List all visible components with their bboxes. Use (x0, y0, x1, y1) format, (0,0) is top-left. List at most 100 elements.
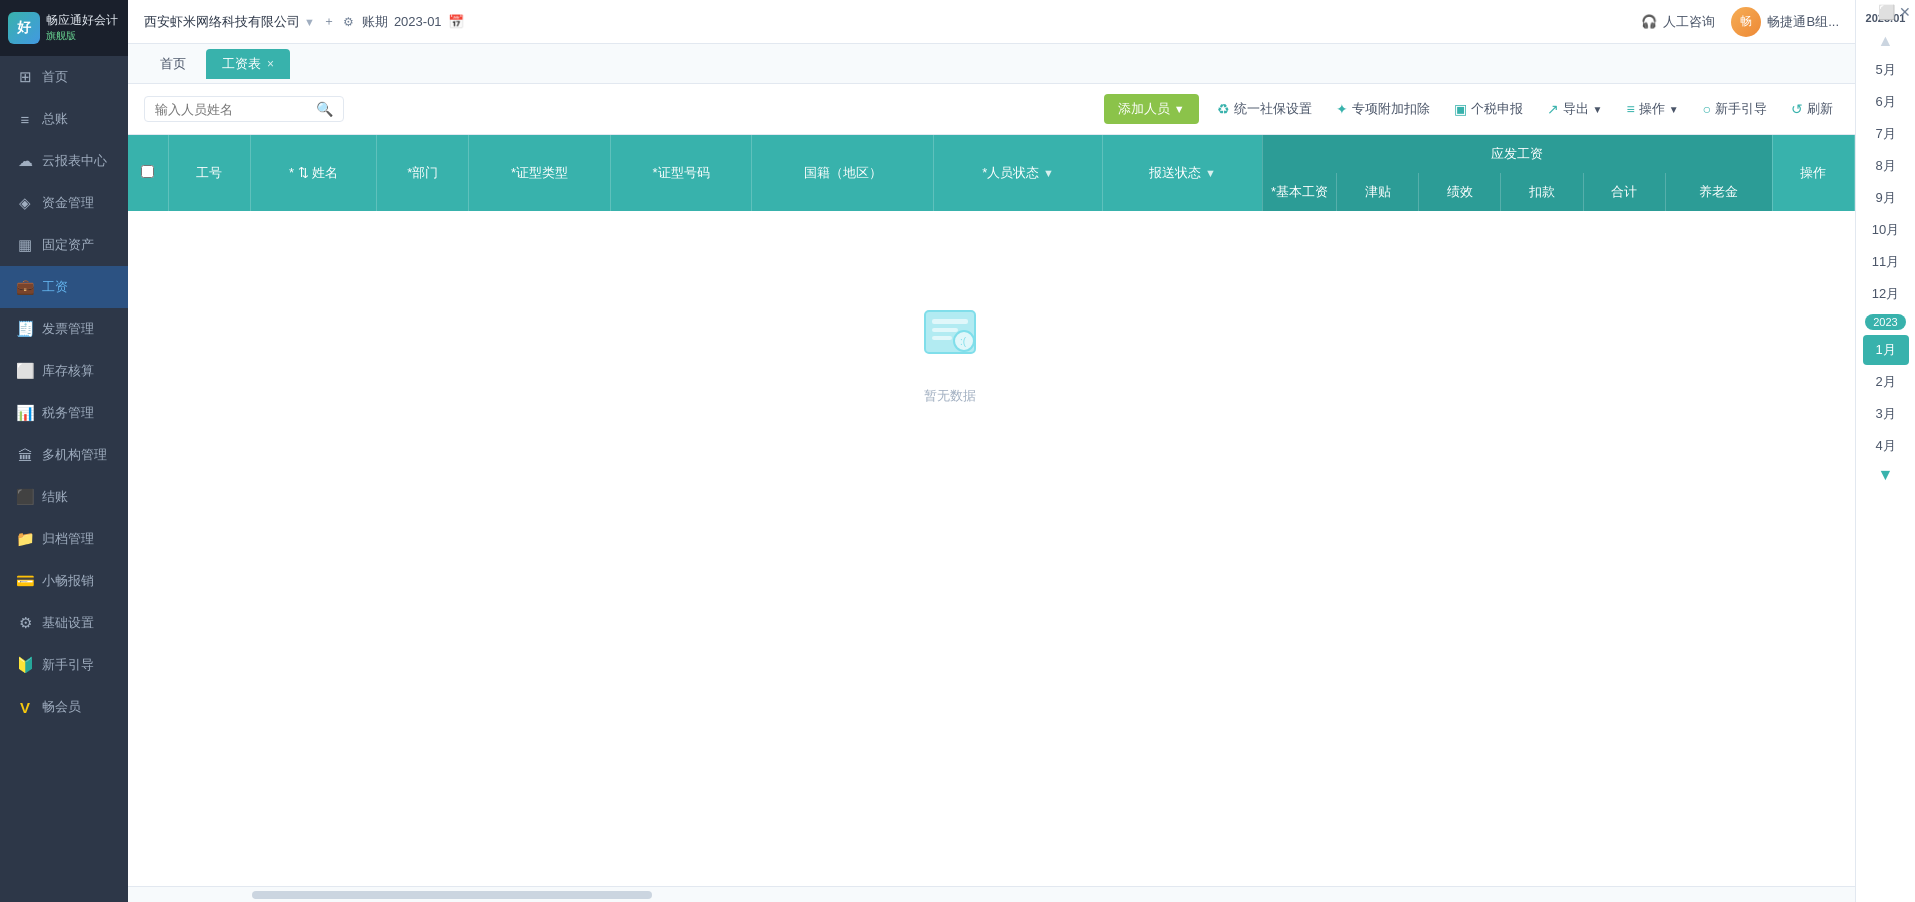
add-person-button[interactable]: 添加人员 ▼ (1104, 94, 1199, 124)
th-payroll-group: 应发工资 (1262, 135, 1772, 173)
month-2022-12[interactable]: 12月 (1863, 279, 1909, 309)
th-check[interactable] (128, 135, 168, 211)
sidebar-item-guide-label: 新手引导 (42, 656, 94, 674)
payroll-icon: 💼 (16, 278, 34, 296)
sidebar-item-cloud[interactable]: ☁ 云报表中心 (0, 140, 128, 182)
tab-home[interactable]: 首页 (144, 49, 202, 79)
tax-report-label: 个税申报 (1471, 100, 1523, 118)
th-allowance: 津贴 (1336, 173, 1418, 211)
social-insurance-icon: ♻ (1217, 101, 1230, 117)
tax-report-btn[interactable]: ▣ 个税申报 (1448, 96, 1529, 122)
month-2022-8[interactable]: 8月 (1863, 151, 1909, 181)
member-icon: V (16, 699, 34, 716)
month-2022-9[interactable]: 9月 (1863, 183, 1909, 213)
settings-btn[interactable]: ⚙ (343, 15, 354, 29)
app-version: 旗舰版 (46, 29, 118, 43)
plus-icon: ＋ (323, 13, 335, 30)
sidebar-item-invoice[interactable]: 🧾 发票管理 (0, 308, 128, 350)
sidebar-item-settings[interactable]: ⚙ 基础设置 (0, 602, 128, 644)
user-profile-btn[interactable]: 畅 畅捷通B组... (1731, 7, 1839, 37)
month-2022-10[interactable]: 10月 (1863, 215, 1909, 245)
new-guide-icon: ○ (1703, 101, 1711, 117)
th-name-label: * (289, 165, 298, 180)
status-filter-icon: ▼ (1043, 167, 1054, 179)
month-2022-6[interactable]: 6月 (1863, 87, 1909, 117)
th-name[interactable]: * ⇅ 姓名 (250, 135, 377, 211)
panel-prev-arrow[interactable]: ▲ (1874, 28, 1898, 54)
sidebar-item-payroll-label: 工资 (42, 278, 68, 296)
period-value: 2023-01 (394, 14, 442, 29)
sidebar-item-fund[interactable]: ◈ 资金管理 (0, 182, 128, 224)
scroll-thumb[interactable] (252, 891, 652, 899)
sidebar-item-close[interactable]: ⬛ 结账 (0, 476, 128, 518)
tab-close-icon[interactable]: × (267, 57, 274, 71)
sidebar-item-home[interactable]: ⊞ 首页 (0, 56, 128, 98)
service-label: 人工咨询 (1663, 13, 1715, 31)
month-2022-11[interactable]: 11月 (1863, 247, 1909, 277)
sidebar-item-asset[interactable]: ▦ 固定资产 (0, 224, 128, 266)
month-2023-1[interactable]: 1月 (1863, 335, 1909, 365)
close-period-icon: ⬛ (16, 488, 34, 506)
top-header: 西安虾米网络科技有限公司 ▼ ＋ ⚙ 账期 2023-01 📅 🎧 (128, 0, 1855, 44)
human-service-btn[interactable]: 🎧 人工咨询 (1641, 13, 1715, 31)
sidebar-item-guide[interactable]: 🔰 新手引导 (0, 644, 128, 686)
sidebar-item-expense[interactable]: 💳 小畅报销 (0, 560, 128, 602)
add-person-label: 添加人员 (1118, 100, 1170, 118)
sidebar-item-payroll[interactable]: 💼 工资 (0, 266, 128, 308)
cloud-icon: ☁ (16, 152, 34, 170)
month-2022-7[interactable]: 7月 (1863, 119, 1909, 149)
month-2023-3[interactable]: 3月 (1863, 399, 1909, 429)
panel-next-arrow[interactable]: ▼ (1874, 462, 1898, 488)
sidebar-item-multi[interactable]: 🏛 多机构管理 (0, 434, 128, 476)
operate-icon: ≡ (1626, 101, 1634, 117)
th-basic: *基本工资 (1262, 173, 1336, 211)
sidebar-item-inventory[interactable]: ⬜ 库存核算 (0, 350, 128, 392)
operate-btn[interactable]: ≡ 操作 ▼ (1620, 96, 1684, 122)
sidebar-item-tax[interactable]: 📊 税务管理 (0, 392, 128, 434)
th-deduction: 扣款 (1501, 173, 1583, 211)
tax-report-icon: ▣ (1454, 101, 1467, 117)
special-deduction-btn[interactable]: ✦ 专项附加扣除 (1330, 96, 1436, 122)
sidebar-item-member[interactable]: V 畅会员 (0, 686, 128, 728)
social-insurance-label: 统一社保设置 (1234, 100, 1312, 118)
tax-icon: 📊 (16, 404, 34, 422)
export-btn[interactable]: ↗ 导出 ▼ (1541, 96, 1609, 122)
app-name: 畅应通好会计 (46, 13, 118, 29)
select-all-checkbox[interactable] (141, 165, 154, 178)
operate-label: 操作 (1639, 100, 1665, 118)
tab-bar: 首页 工资表 × (128, 44, 1855, 84)
th-dept: *部门 (377, 135, 469, 211)
search-box[interactable]: 🔍 (144, 96, 344, 122)
month-2023-2[interactable]: 2月 (1863, 367, 1909, 397)
th-status[interactable]: *人员状态 ▼ (933, 135, 1102, 211)
sidebar-item-expense-label: 小畅报销 (42, 572, 94, 590)
main-area: 西安虾米网络科技有限公司 ▼ ＋ ⚙ 账期 2023-01 📅 🎧 (128, 0, 1855, 902)
svg-rect-3 (932, 336, 952, 340)
search-input[interactable] (155, 102, 310, 117)
sidebar-item-asset-label: 固定资产 (42, 236, 94, 254)
panel-expand-icon[interactable]: ⬜ (1878, 4, 1895, 20)
calendar-icon[interactable]: 📅 (448, 14, 464, 29)
company-selector[interactable]: 西安虾米网络科技有限公司 ▼ (144, 13, 315, 31)
new-guide-btn[interactable]: ○ 新手引导 (1697, 96, 1773, 122)
add-company-btn[interactable]: ＋ (323, 13, 335, 30)
sidebar-item-ledger[interactable]: ≡ 总账 (0, 98, 128, 140)
tab-payroll[interactable]: 工资表 × (206, 49, 290, 79)
sidebar-item-fund-label: 资金管理 (42, 194, 94, 212)
panel-close-icon[interactable]: ✕ (1899, 4, 1911, 20)
th-name-sort: ⇅ (298, 165, 309, 180)
fund-icon: ◈ (16, 194, 34, 212)
social-insurance-btn[interactable]: ♻ 统一社保设置 (1211, 96, 1318, 122)
month-2022-5[interactable]: 5月 (1863, 55, 1909, 85)
month-2023-4[interactable]: 4月 (1863, 431, 1909, 461)
sidebar-item-member-label: 畅会员 (42, 698, 81, 716)
horizontal-scrollbar[interactable] (128, 886, 1855, 902)
sidebar-item-archive[interactable]: 📁 归档管理 (0, 518, 128, 560)
th-report[interactable]: 报送状态 ▼ (1103, 135, 1263, 211)
page-content: 🔍 添加人员 ▼ ♻ 统一社保设置 ✦ 专项附加扣除 (128, 84, 1855, 902)
toolbar: 🔍 添加人员 ▼ ♻ 统一社保设置 ✦ 专项附加扣除 (128, 84, 1855, 135)
company-name: 西安虾米网络科技有限公司 (144, 13, 300, 31)
export-icon: ↗ (1547, 101, 1559, 117)
tab-payroll-label: 工资表 (222, 55, 261, 73)
refresh-btn[interactable]: ↺ 刷新 (1785, 96, 1839, 122)
